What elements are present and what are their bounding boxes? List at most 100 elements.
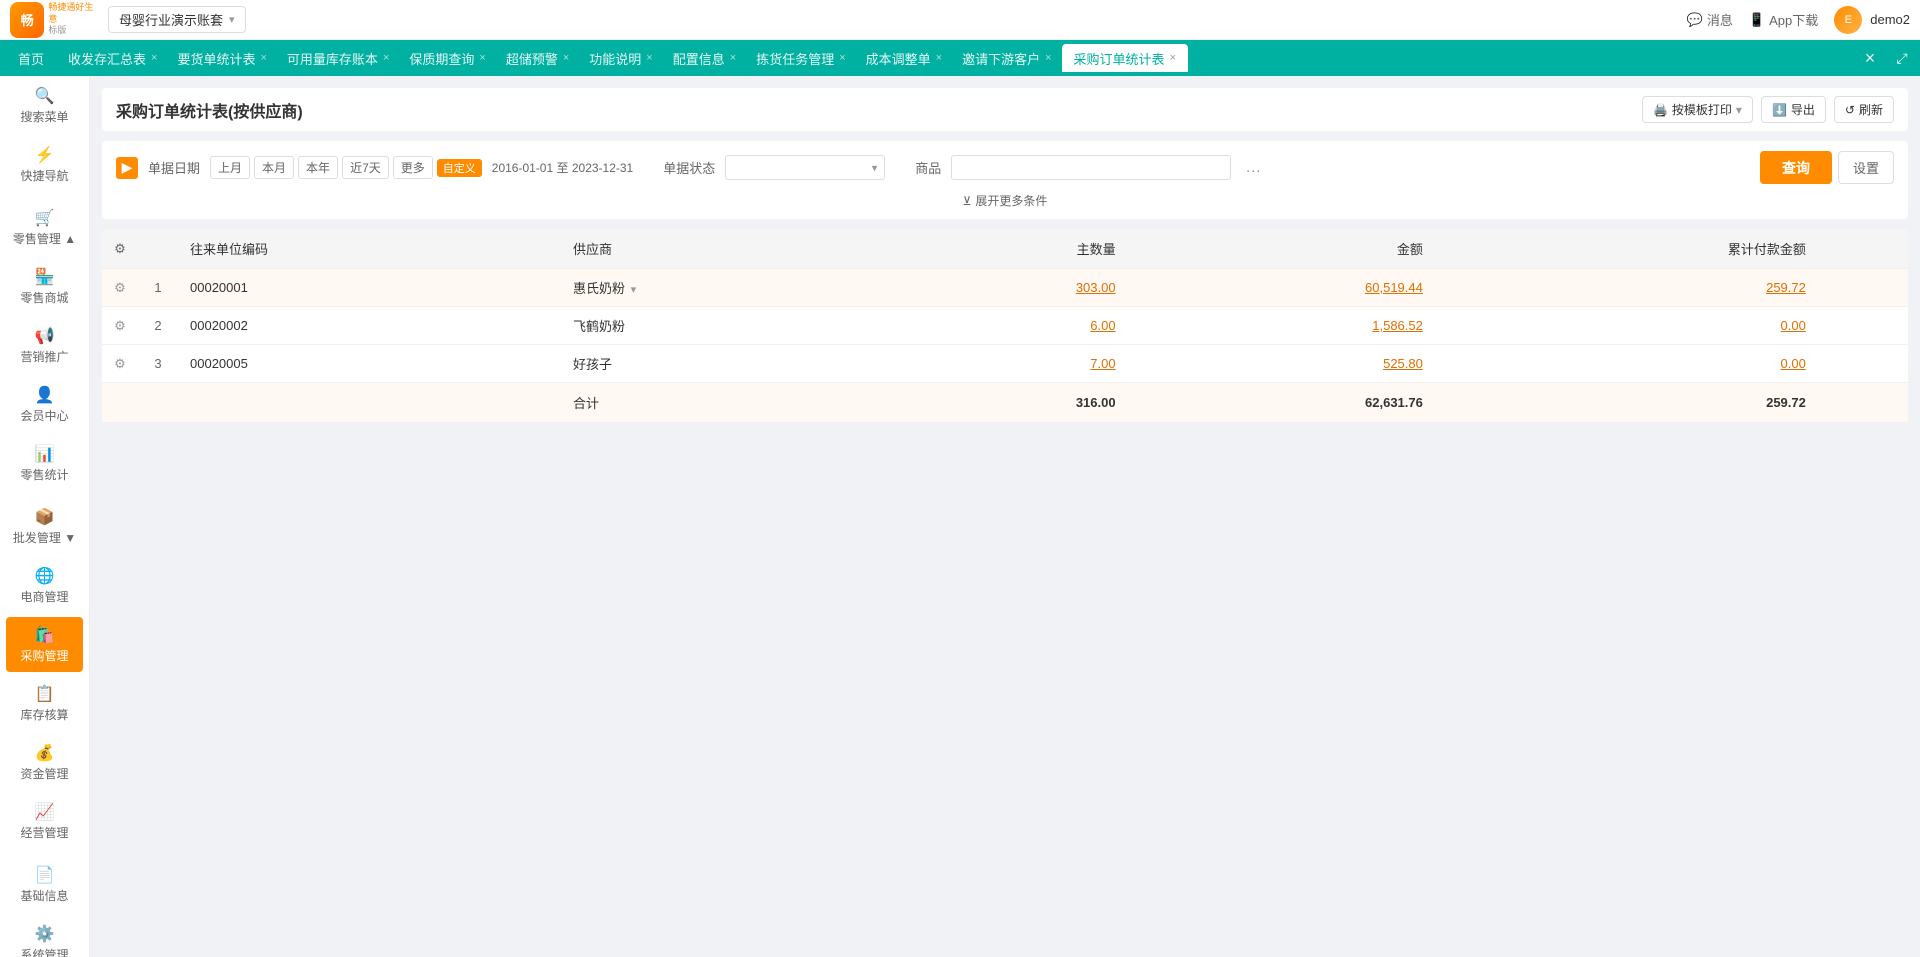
sidebar-item-member[interactable]: 👤 会员中心 [6, 377, 83, 432]
sidebar-item-wholesale[interactable]: 📦 批发管理 ▼ [6, 499, 83, 554]
row-quantity-1[interactable]: 303.00 [888, 269, 1127, 307]
row-amount-1[interactable]: 60,519.44 [1128, 269, 1435, 307]
row-amount-2[interactable]: 1,586.52 [1128, 307, 1435, 345]
tab-close-9[interactable]: × [936, 52, 942, 64]
tab-close-8[interactable]: × [839, 52, 845, 64]
goods-input[interactable] [951, 155, 1231, 180]
page-title: 采购订单统计表(按供应商) [116, 98, 303, 122]
row-code-2: 00020002 [178, 307, 561, 345]
tab-restore-btn[interactable]: ⤢ [1888, 44, 1916, 72]
date-btn-this-year[interactable]: 本年 [298, 156, 338, 179]
user-area[interactable]: E demo2 [1834, 6, 1910, 34]
goods-dots-btn[interactable]: … [1241, 159, 1265, 177]
date-btn-more[interactable]: 更多 [393, 156, 433, 179]
tab-function-desc[interactable]: 功能说明 × [579, 44, 662, 72]
export-label: 导出 [1791, 101, 1815, 118]
tab-close-10[interactable]: × [1045, 52, 1051, 64]
tab-config[interactable]: 配置信息 × [663, 44, 746, 72]
row-quantity-2[interactable]: 6.00 [888, 307, 1127, 345]
date-btn-last-month[interactable]: 上月 [210, 156, 250, 179]
username: demo2 [1870, 12, 1910, 27]
tab-close-6[interactable]: × [646, 52, 652, 64]
tab-close-4[interactable]: × [479, 52, 485, 64]
tab-shelf-life[interactable]: 保质期查询 × [399, 44, 495, 72]
tab-available-inventory[interactable]: 可用量库存账本 × [277, 44, 399, 72]
export-btn[interactable]: ⬇️ 导出 [1761, 96, 1826, 123]
row-supplier-1: 惠氏奶粉 ▾ [561, 269, 888, 307]
sidebar-label: 营销推广 [20, 348, 68, 365]
tab-close-3[interactable]: × [383, 52, 389, 64]
settings-btn[interactable]: 设置 [1838, 151, 1894, 184]
sidebar-item-retail-stat[interactable]: 📊 零售统计 [6, 436, 83, 491]
refresh-btn[interactable]: ↺ 刷新 [1834, 96, 1894, 123]
tab-invite-downstream[interactable]: 邀请下游客户 × [952, 44, 1061, 72]
tab-order-stats[interactable]: 要货单统计表 × [167, 44, 276, 72]
retail-icon: 🛒 [35, 208, 55, 228]
tab-close-1[interactable]: × [151, 52, 157, 64]
row-code-1: 00020001 [178, 269, 561, 307]
wholesale-icon: 📦 [35, 507, 55, 527]
tab-close-window-btn[interactable]: × [1856, 44, 1884, 72]
row-gear-3: ⚙ [102, 345, 138, 383]
sidebar-label: 零售管理 ▲ [13, 230, 76, 247]
sidebar-item-purchase[interactable]: 🛍️ 采购管理 [6, 617, 83, 672]
sidebar-item-capital[interactable]: 💰 资金管理 [6, 735, 83, 790]
sidebar-label: 零售统计 [20, 466, 68, 483]
supplier-expand-icon: ▾ [631, 284, 637, 296]
date-btn-7days[interactable]: 近7天 [342, 156, 389, 179]
row-paid-1[interactable]: 259.72 [1435, 269, 1818, 307]
tab-purchase-order-stats[interactable]: 采购订单统计表 × [1062, 44, 1188, 72]
header-actions: 🖨️ 按模板打印 ▾ ⬇️ 导出 ↺ 刷新 [1642, 96, 1894, 123]
retail-shop-icon: 🏪 [35, 267, 55, 287]
expand-row: ⊻ 展开更多条件 [116, 192, 1894, 209]
row-paid-3[interactable]: 0.00 [1435, 345, 1818, 383]
row-supplier-3: 好孩子 [561, 345, 888, 383]
workspace-selector[interactable]: 母婴行业演示账套 ▾ [108, 6, 246, 33]
sidebar-item-marketing[interactable]: 📢 营销推广 [6, 318, 83, 373]
sidebar-item-operation[interactable]: 📈 经营管理 [6, 794, 83, 849]
sidebar-item-retail-shop[interactable]: 🏪 零售商城 [6, 259, 83, 314]
footer-paid: 259.72 [1435, 383, 1818, 423]
expand-down-icon: ⊻ [963, 194, 972, 208]
ecommerce-icon: 🌐 [35, 566, 55, 586]
message-btn[interactable]: 💬 消息 [1687, 10, 1733, 29]
print-btn[interactable]: 🖨️ 按模板打印 ▾ [1642, 96, 1753, 123]
sidebar-item-search[interactable]: 🔍 搜索菜单 [6, 78, 83, 133]
print-dropdown-icon: ▾ [1736, 103, 1742, 117]
footer-code [178, 383, 561, 423]
row-extra-2 [1818, 307, 1908, 345]
expand-more-btn[interactable]: ⊻ 展开更多条件 [963, 192, 1048, 209]
tab-cost-adjust[interactable]: 成本调整单 × [856, 44, 952, 72]
tab-close-5[interactable]: × [563, 52, 569, 64]
status-select[interactable] [725, 155, 885, 180]
filter-toggle-btn[interactable]: ▶ [116, 157, 138, 179]
sidebar-item-ecommerce[interactable]: 🌐 电商管理 [6, 558, 83, 613]
app-download-icon: 📱 [1749, 12, 1765, 28]
date-btn-this-month[interactable]: 本月 [254, 156, 294, 179]
custom-date-tag: 自定义 [437, 159, 482, 177]
row-index-1: 1 [138, 269, 178, 307]
sidebar-item-inventory[interactable]: 📋 库存核算 [6, 676, 83, 731]
tab-overstock-warning[interactable]: 超储预警 × [496, 44, 579, 72]
tab-pick-task[interactable]: 拣货任务管理 × [746, 44, 855, 72]
row-quantity-3[interactable]: 7.00 [888, 345, 1127, 383]
tab-homepage[interactable]: 首页 [4, 44, 58, 72]
sidebar-item-basic-info[interactable]: 📄 基础信息 [6, 857, 83, 912]
sidebar-label: 库存核算 [20, 706, 68, 723]
sidebar-item-system[interactable]: ⚙️ 系统管理 [6, 916, 83, 957]
sidebar-label: 资金管理 [20, 765, 68, 782]
tab-close-7[interactable]: × [730, 52, 736, 64]
sidebar-item-quick-nav[interactable]: ⚡ 快捷导航 [6, 137, 83, 192]
col-quantity: 主数量 [888, 229, 1127, 269]
sidebar-item-retail[interactable]: 🛒 零售管理 ▲ [6, 200, 83, 255]
tab-close-active[interactable]: × [1170, 52, 1176, 64]
row-amount-3[interactable]: 525.80 [1128, 345, 1435, 383]
row-paid-2[interactable]: 0.00 [1435, 307, 1818, 345]
app-download-btn[interactable]: 📱 App下载 [1749, 10, 1818, 29]
query-btn[interactable]: 查询 [1760, 151, 1832, 184]
tab-receive-summary[interactable]: 收发存汇总表 × [58, 44, 167, 72]
tab-close-2[interactable]: × [260, 52, 266, 64]
footer-amount: 62,631.76 [1128, 383, 1435, 423]
sidebar-label: 会员中心 [20, 407, 68, 424]
date-range-display: 2016-01-01 至 2023-12-31 [492, 159, 633, 176]
